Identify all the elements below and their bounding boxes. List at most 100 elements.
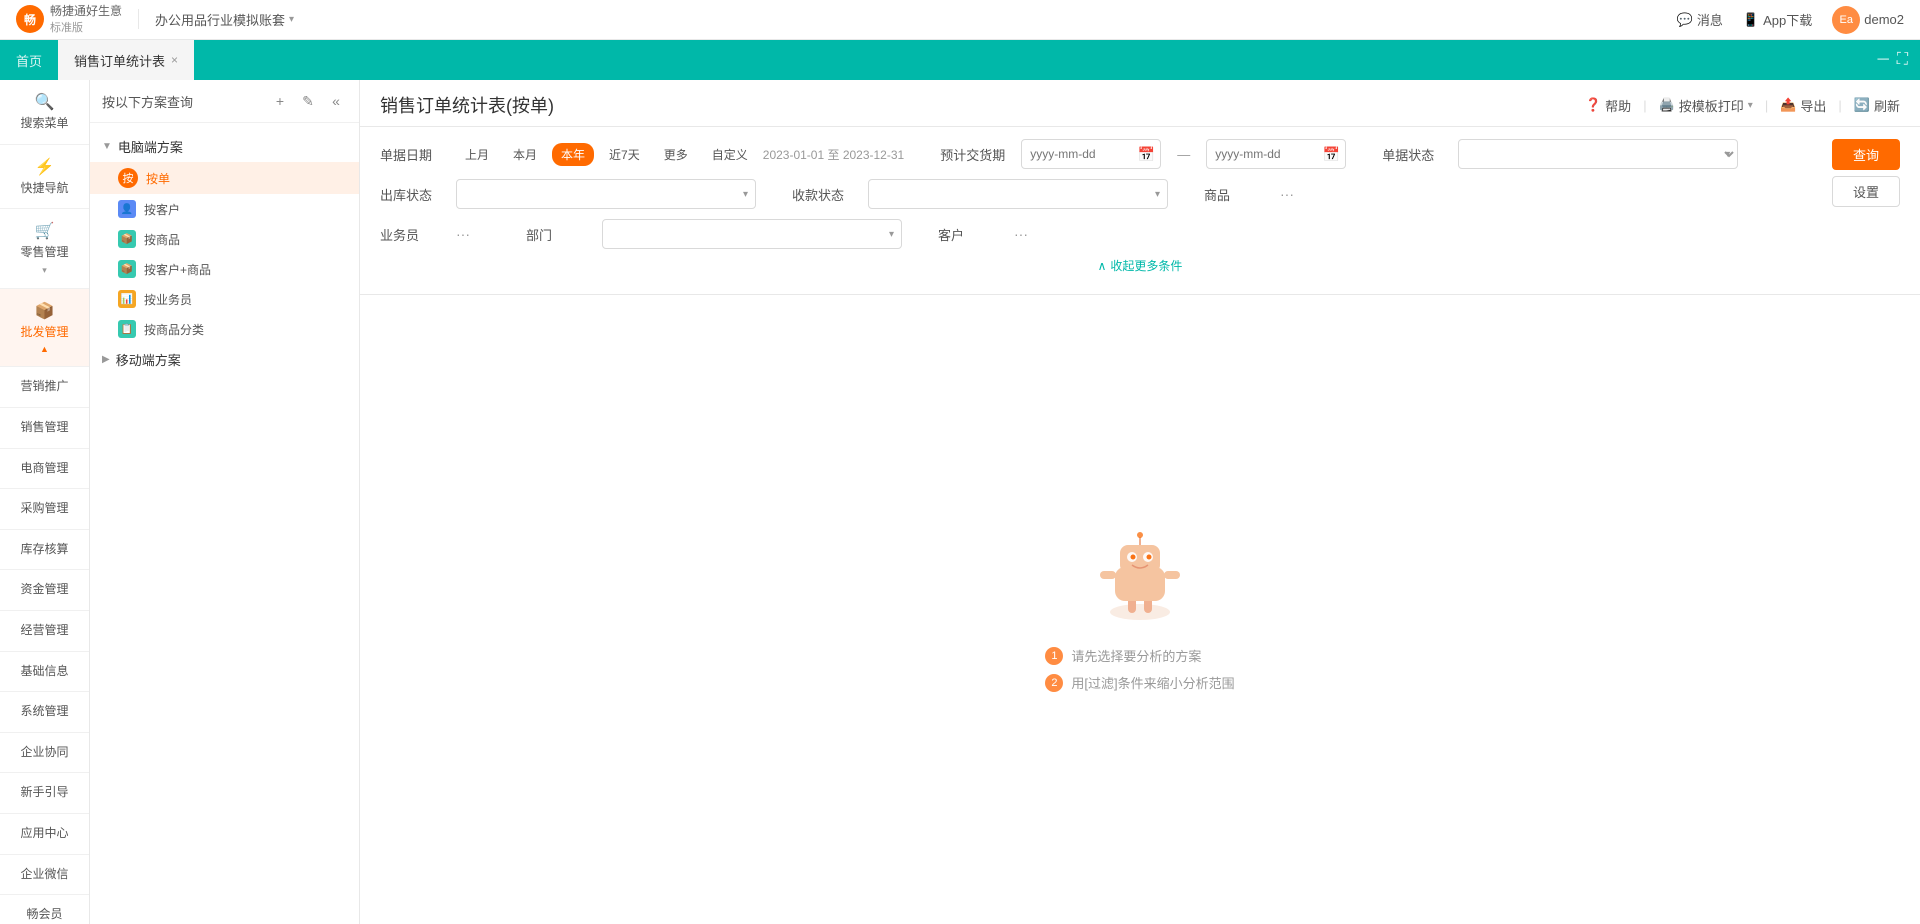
sidebar-item-system[interactable]: 系统管理 [0, 692, 89, 733]
tree-parent-pc[interactable]: ▼ 电脑端方案 [90, 131, 359, 162]
sidebar-item-operation[interactable]: 经营管理 [0, 611, 89, 652]
tab-home[interactable]: 首页 [0, 40, 58, 80]
sidebar-corp-label: 企业协同 [20, 745, 68, 761]
doc-status-select-wrap [1458, 139, 1738, 169]
sidebar-item-retail[interactable]: 🛒 零售管理 ▾ [0, 209, 89, 289]
tab-controls: ─ ⛶ [1865, 51, 1920, 69]
edit-scheme-button[interactable]: ✎ [297, 90, 319, 112]
dept-select-wrap [602, 219, 902, 249]
doc-status-select[interactable] [1458, 139, 1738, 169]
tree-child-by-order[interactable]: 按 按单 [90, 162, 359, 194]
query-button[interactable]: 查询 [1832, 139, 1900, 170]
payment-status-select[interactable] [868, 179, 1168, 209]
message-button[interactable]: 💬 消息 [1677, 10, 1723, 29]
date-btn-this-month[interactable]: 本月 [504, 143, 546, 166]
add-scheme-button[interactable]: + [269, 90, 291, 112]
sidebar-item-wholesale[interactable]: 📦 批发管理 ▲ [0, 289, 89, 368]
by-category-icon: 📋 [118, 320, 136, 338]
print-button[interactable]: 🖨️ 按模板打印 ▾ [1659, 96, 1753, 115]
scheme-salesman-label: 按业务员 [144, 291, 192, 308]
sidebar-item-quick[interactable]: ⚡ 快捷导航 [0, 145, 89, 210]
tree-expand-icon: ▼ [102, 141, 112, 152]
logo-sub: 标准版 [50, 19, 122, 35]
left-panel-title: 按以下方案查询 [102, 92, 261, 111]
app-download-button[interactable]: 📱 App下载 [1743, 10, 1812, 29]
sidebar-item-inventory[interactable]: 库存核算 [0, 530, 89, 571]
help-button[interactable]: ❓ 帮助 [1585, 96, 1631, 115]
tab-close-button[interactable]: × [171, 53, 178, 67]
sidebar-inventory-label: 库存核算 [20, 542, 68, 558]
retail-icon: 🛒 [35, 221, 55, 241]
sidebar-wholesale-label: 批发管理 [20, 325, 68, 341]
divider [138, 9, 139, 29]
date-to-input[interactable] [1206, 139, 1346, 169]
app-title-dropdown-icon[interactable]: ▾ [289, 14, 294, 25]
export-button[interactable]: 📤 导出 [1780, 96, 1826, 115]
sidebar-item-sales[interactable]: 销售管理 [0, 408, 89, 449]
by-customer-icon: 👤 [118, 200, 136, 218]
date-btn-custom[interactable]: 自定义 [703, 143, 757, 166]
collapse-panel-button[interactable]: « [325, 90, 347, 112]
app-title[interactable]: 办公用品行业模拟账套 ▾ [155, 10, 294, 29]
tab-maximize-icon[interactable]: ⛶ [1897, 51, 1908, 69]
sidebar-item-corp[interactable]: 企业协同 [0, 733, 89, 774]
refresh-button[interactable]: 🔄 刷新 [1854, 96, 1900, 115]
expected-date-label: 预计交货期 [940, 145, 1005, 164]
page-title: 销售订单统计表(按单) [380, 92, 554, 118]
tree-parent-mobile[interactable]: ▶ 移动端方案 [90, 344, 359, 375]
wholesale-icon: 📦 [35, 301, 55, 321]
date-btn-last7[interactable]: 近7天 [600, 143, 649, 166]
tree-child-by-cust-prod[interactable]: 📦 按客户+商品 [90, 254, 359, 284]
logo-text: 畅捷通好生意 [50, 4, 122, 18]
sidebar-item-search[interactable]: 🔍 搜索菜单 [0, 80, 89, 145]
tab-active[interactable]: 销售订单统计表 × [58, 40, 194, 80]
sidebar-item-finance[interactable]: 资金管理 [0, 570, 89, 611]
date-from-input[interactable] [1021, 139, 1161, 169]
by-cust-prod-icon: 📦 [118, 260, 136, 278]
sidebar-item-ecom[interactable]: 电商管理 [0, 449, 89, 490]
tree-child-by-category[interactable]: 📋 按商品分类 [90, 314, 359, 344]
ship-status-label: 出库状态 [380, 185, 440, 204]
sidebar-finance-label: 资金管理 [20, 582, 68, 598]
date-from-wrap: 📅 [1021, 139, 1161, 169]
print-dropdown-icon[interactable]: ▾ [1748, 100, 1753, 111]
collapse-filter-button[interactable]: ∧ 收起更多条件 [380, 249, 1900, 282]
quick-nav-icon: ⚡ [35, 157, 55, 177]
payment-status-label: 收款状态 [792, 185, 852, 204]
print-label: 按模板打印 [1679, 96, 1744, 115]
download-icon: 📱 [1743, 12, 1759, 28]
sidebar: 🔍 搜索菜单 ⚡ 快捷导航 🛒 零售管理 ▾ 📦 批发管理 ▲ 营销推广 销售管… [0, 80, 90, 924]
sidebar-item-marketing[interactable]: 营销推广 [0, 367, 89, 408]
tab-minimize-icon[interactable]: ─ [1877, 51, 1888, 69]
empty-hint-1: 1 请先选择要分析的方案 [1045, 646, 1234, 665]
settings-button[interactable]: 设置 [1832, 176, 1900, 207]
divider2: | [1765, 98, 1768, 113]
product-picker-button[interactable]: ··· [1280, 186, 1294, 202]
page-header: 销售订单统计表(按单) ❓ 帮助 | 🖨️ 按模板打印 ▾ | 📤 导出 | [360, 80, 1920, 127]
message-label: 消息 [1697, 10, 1723, 29]
sidebar-item-purchase[interactable]: 采购管理 [0, 489, 89, 530]
tree-child-by-product[interactable]: 📦 按商品 [90, 224, 359, 254]
sidebar-item-appstore[interactable]: 应用中心 [0, 814, 89, 855]
tree-child-by-customer[interactable]: 👤 按客户 [90, 194, 359, 224]
query-buttons: 查询 设置 [1832, 139, 1900, 207]
user-name: demo2 [1864, 12, 1904, 27]
salesman-picker-button[interactable]: ··· [456, 226, 470, 242]
divider3: | [1838, 98, 1841, 113]
date-btn-last-month[interactable]: 上月 [456, 143, 498, 166]
tree-child-by-salesman[interactable]: 📊 按业务员 [90, 284, 359, 314]
date-btn-more[interactable]: 更多 [655, 143, 697, 166]
dept-select[interactable] [602, 219, 902, 249]
customer-picker-button[interactable]: ··· [1014, 226, 1028, 242]
user-profile[interactable]: Ea demo2 [1832, 6, 1904, 34]
sidebar-item-newbie[interactable]: 新手引导 [0, 773, 89, 814]
empty-state: 1 请先选择要分析的方案 2 用[过滤]条件来缩小分析范围 [360, 295, 1920, 924]
sidebar-item-member[interactable]: 畅会员 [0, 895, 89, 924]
tree-section: ▼ 电脑端方案 按 按单 👤 按客户 📦 按商品 📦 按客户+商品 📊 [90, 123, 359, 383]
ship-status-select[interactable] [456, 179, 756, 209]
hint-text-2: 用[过滤]条件来缩小分析范围 [1071, 673, 1234, 692]
sidebar-item-wxwork[interactable]: 企业微信 [0, 855, 89, 896]
sidebar-item-basic[interactable]: 基础信息 [0, 652, 89, 693]
date-btn-this-year[interactable]: 本年 [552, 143, 594, 166]
filter-row-1: 单据日期 上月 本月 本年 近7天 更多 自定义 2023-01-01 至 20… [380, 139, 1900, 249]
